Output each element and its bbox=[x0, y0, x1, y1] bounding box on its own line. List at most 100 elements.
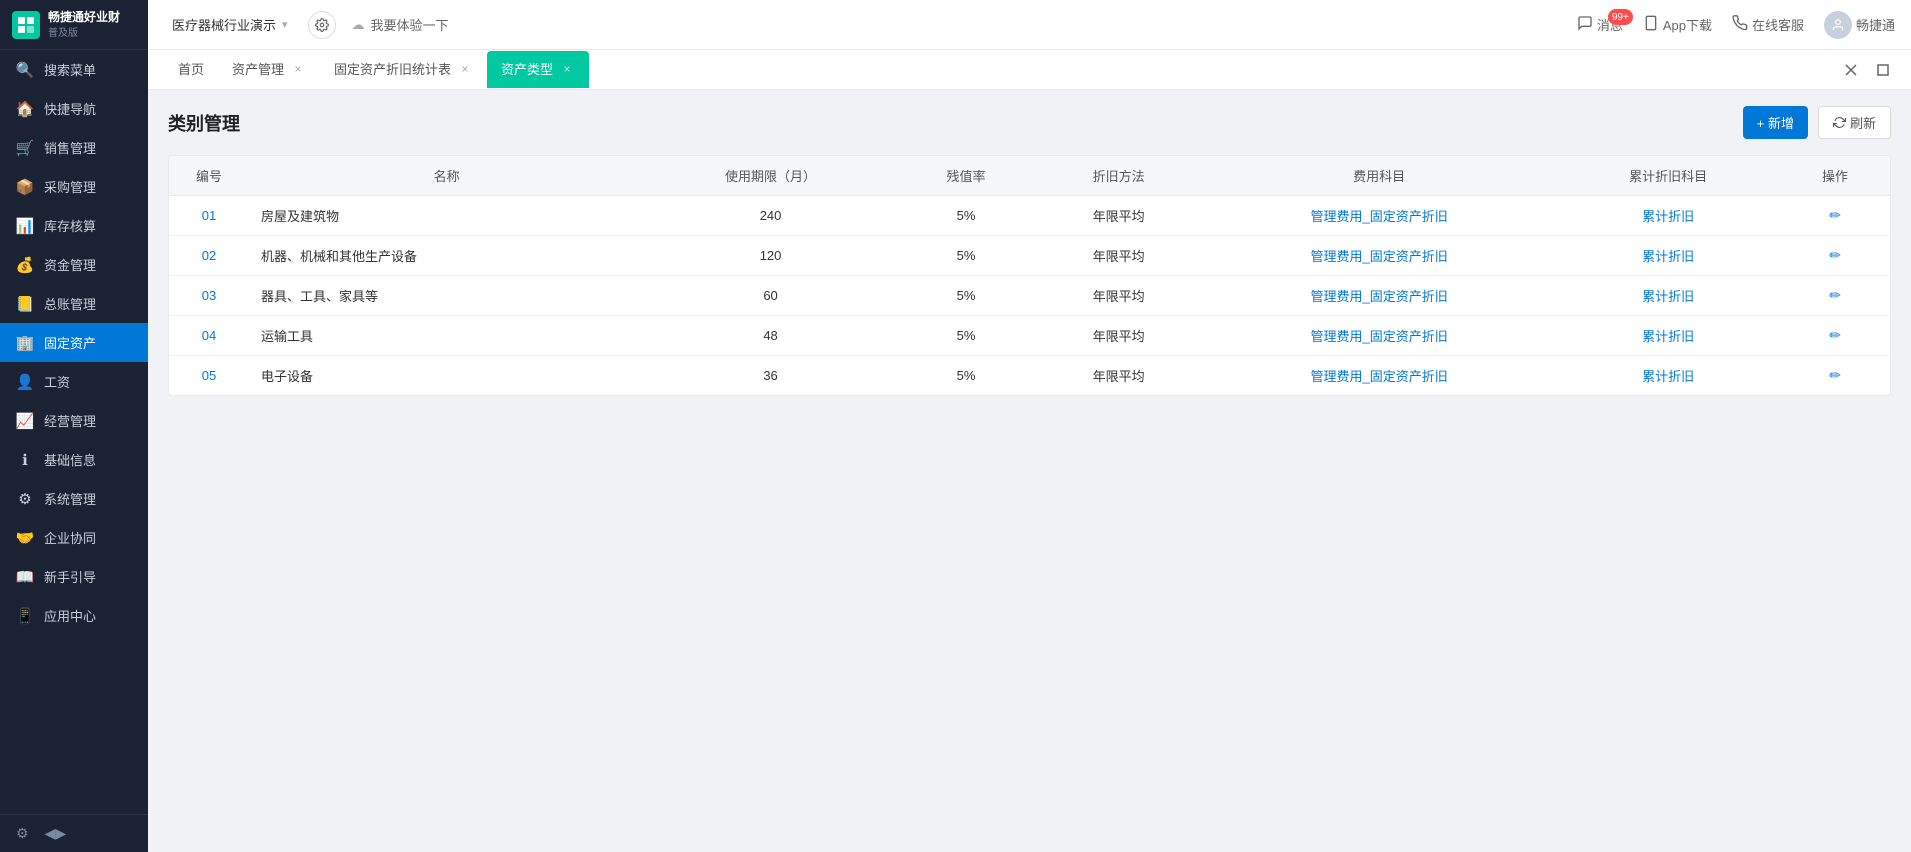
sidebar-item-总账管理[interactable]: 📒 总账管理 bbox=[0, 284, 148, 323]
sidebar-item-快捷导航[interactable]: 🏠 快捷导航 bbox=[0, 89, 148, 128]
apps-icon: 📱 bbox=[16, 607, 34, 625]
sidebar-item-label: 企业协同 bbox=[44, 528, 96, 547]
sidebar-item-label: 搜索菜单 bbox=[44, 60, 96, 79]
sidebar-item-搜索菜单[interactable]: 🔍 搜索菜单 bbox=[0, 50, 148, 89]
sidebar-item-label: 库存核算 bbox=[44, 216, 96, 235]
sidebar-item-应用中心[interactable]: 📱 应用中心 bbox=[0, 596, 148, 635]
col-header-residual: 残值率 bbox=[897, 156, 1035, 196]
col-header-name: 名称 bbox=[249, 156, 644, 196]
topbar-right: 消息 99+ App下载 在线客服 bbox=[1577, 11, 1895, 39]
cell-action-1[interactable]: ✏ bbox=[1780, 236, 1890, 276]
building-icon: 🏢 bbox=[16, 334, 34, 352]
sidebar-item-label: 固定资产 bbox=[44, 333, 96, 352]
col-header-action: 操作 bbox=[1780, 156, 1890, 196]
sidebar-item-销售管理[interactable]: 🛒 销售管理 bbox=[0, 128, 148, 167]
cell-action-0[interactable]: ✏ bbox=[1780, 196, 1890, 236]
main-area: 医疗器械行业演示 ▾ ☁ 我要体验一下 消息 99+ bbox=[148, 0, 1911, 852]
book-icon: 📒 bbox=[16, 295, 34, 313]
edit-icon-4[interactable]: ✏ bbox=[1829, 367, 1841, 383]
avatar bbox=[1824, 11, 1852, 39]
search-icon: 🔍 bbox=[16, 61, 34, 79]
customer-service-item[interactable]: 在线客服 bbox=[1732, 15, 1804, 34]
cell-name-0: 房屋及建筑物 bbox=[249, 196, 644, 236]
demo-selector[interactable]: 医疗器械行业演示 ▾ bbox=[164, 11, 296, 38]
close-window-btn[interactable] bbox=[1839, 58, 1863, 82]
page-title: 类别管理 bbox=[168, 110, 240, 136]
cell-action-3[interactable]: ✏ bbox=[1780, 316, 1890, 356]
sidebar-item-经营管理[interactable]: 📈 经营管理 bbox=[0, 401, 148, 440]
cell-expense-0: 管理费用_固定资产折旧 bbox=[1202, 196, 1556, 236]
sidebar-item-固定资产[interactable]: 🏢 固定资产 bbox=[0, 323, 148, 362]
sidebar-nav: 🔍 搜索菜单 🏠 快捷导航 🛒 销售管理 📦 采购管理 📊 库存核算 💰 资金管… bbox=[0, 50, 148, 814]
cell-action-2[interactable]: ✏ bbox=[1780, 276, 1890, 316]
tab-asset-management-close[interactable]: × bbox=[290, 61, 306, 77]
sidebar-item-工资[interactable]: 👤 工资 bbox=[0, 362, 148, 401]
sidebar-item-label: 快捷导航 bbox=[44, 99, 96, 118]
page-content: 类别管理 + 新增 刷新 编号 名称 使用期限（月） bbox=[148, 90, 1911, 852]
table-row: 01 房屋及建筑物 240 5% 年限平均 管理费用_固定资产折旧 累计折旧 ✏ bbox=[169, 196, 1890, 236]
tab-depreciation-report[interactable]: 固定资产折旧统计表 × bbox=[320, 51, 487, 88]
tab-home[interactable]: 首页 bbox=[164, 51, 218, 88]
sidebar-item-采购管理[interactable]: 📦 采购管理 bbox=[0, 167, 148, 206]
cell-name-3: 运输工具 bbox=[249, 316, 644, 356]
cell-method-3: 年限平均 bbox=[1035, 316, 1202, 356]
edit-icon-0[interactable]: ✏ bbox=[1829, 207, 1841, 223]
settings-footer-icon[interactable]: ⚙ bbox=[16, 825, 29, 842]
sidebar-item-资金管理[interactable]: 💰 资金管理 bbox=[0, 245, 148, 284]
sidebar-item-企业协同[interactable]: 🤝 企业协同 bbox=[0, 518, 148, 557]
cell-method-2: 年限平均 bbox=[1035, 276, 1202, 316]
col-header-accumulated: 累计折旧科目 bbox=[1556, 156, 1780, 196]
table-row: 04 运输工具 48 5% 年限平均 管理费用_固定资产折旧 累计折旧 ✏ bbox=[169, 316, 1890, 356]
sidebar: 畅捷通好业财 普及版 🔍 搜索菜单 🏠 快捷导航 🛒 销售管理 📦 采购管理 📊… bbox=[0, 0, 148, 852]
cell-period-1: 120 bbox=[644, 236, 897, 276]
sidebar-item-库存核算[interactable]: 📊 库存核算 bbox=[0, 206, 148, 245]
app-download-icon bbox=[1643, 15, 1659, 34]
tab-asset-type-close[interactable]: × bbox=[559, 61, 575, 77]
app-download-item[interactable]: App下载 bbox=[1643, 15, 1712, 34]
table-row: 05 电子设备 36 5% 年限平均 管理费用_固定资产折旧 累计折旧 ✏ bbox=[169, 356, 1890, 396]
cell-name-1: 机器、机械和其他生产设备 bbox=[249, 236, 644, 276]
app-download-label: App下载 bbox=[1663, 15, 1712, 34]
window-controls bbox=[1839, 58, 1895, 82]
app-title-wrap: 畅捷通好业财 普及版 bbox=[48, 10, 120, 39]
customer-service-icon bbox=[1732, 15, 1748, 34]
sidebar-item-基础信息[interactable]: ℹ 基础信息 bbox=[0, 440, 148, 479]
cell-name-4: 电子设备 bbox=[249, 356, 644, 396]
tab-asset-type[interactable]: 资产类型 × bbox=[487, 51, 589, 88]
cell-name-2: 器具、工具、家具等 bbox=[249, 276, 644, 316]
experience-icon: ☁ bbox=[352, 17, 365, 33]
sidebar-item-新手引导[interactable]: 📖 新手引导 bbox=[0, 557, 148, 596]
sidebar-item-label: 工资 bbox=[44, 372, 70, 391]
topbar-settings-icon[interactable] bbox=[308, 11, 336, 39]
cell-accumulated-0: 累计折旧 bbox=[1556, 196, 1780, 236]
cell-action-4[interactable]: ✏ bbox=[1780, 356, 1890, 396]
tab-asset-type-label: 资产类型 bbox=[501, 59, 553, 78]
cell-residual-2: 5% bbox=[897, 276, 1035, 316]
tab-asset-management[interactable]: 资产管理 × bbox=[218, 51, 320, 88]
cell-id-0: 01 bbox=[169, 196, 249, 236]
cell-method-1: 年限平均 bbox=[1035, 236, 1202, 276]
table-row: 03 器具、工具、家具等 60 5% 年限平均 管理费用_固定资产折旧 累计折旧… bbox=[169, 276, 1890, 316]
sidebar-item-label: 系统管理 bbox=[44, 489, 96, 508]
edit-icon-2[interactable]: ✏ bbox=[1829, 287, 1841, 303]
cell-expense-4: 管理费用_固定资产折旧 bbox=[1202, 356, 1556, 396]
notifications-item[interactable]: 消息 99+ bbox=[1577, 15, 1623, 34]
user-profile-item[interactable]: 畅捷通 bbox=[1824, 11, 1895, 39]
tab-depreciation-report-close[interactable]: × bbox=[457, 61, 473, 77]
sidebar-item-label: 采购管理 bbox=[44, 177, 96, 196]
edit-icon-3[interactable]: ✏ bbox=[1829, 327, 1841, 343]
sidebar-item-label: 经营管理 bbox=[44, 411, 96, 430]
sidebar-item-系统管理[interactable]: ⚙ 系统管理 bbox=[0, 479, 148, 518]
edit-icon-1[interactable]: ✏ bbox=[1829, 247, 1841, 263]
app-version: 普及版 bbox=[48, 24, 120, 39]
new-btn[interactable]: + 新增 bbox=[1743, 106, 1808, 139]
table-header-row: 编号 名称 使用期限（月） 残值率 折旧方法 费用科目 累计折旧科目 操作 bbox=[169, 156, 1890, 196]
sidebar-item-label: 新手引导 bbox=[44, 567, 96, 586]
box-icon: 📊 bbox=[16, 217, 34, 235]
cell-accumulated-1: 累计折旧 bbox=[1556, 236, 1780, 276]
refresh-btn[interactable]: 刷新 bbox=[1818, 106, 1891, 139]
maximize-window-btn[interactable] bbox=[1871, 58, 1895, 82]
cell-period-0: 240 bbox=[644, 196, 897, 236]
collapse-sidebar-icon[interactable]: ◀▶ bbox=[45, 825, 67, 842]
experience-btn[interactable]: ☁ 我要体验一下 bbox=[352, 15, 449, 34]
